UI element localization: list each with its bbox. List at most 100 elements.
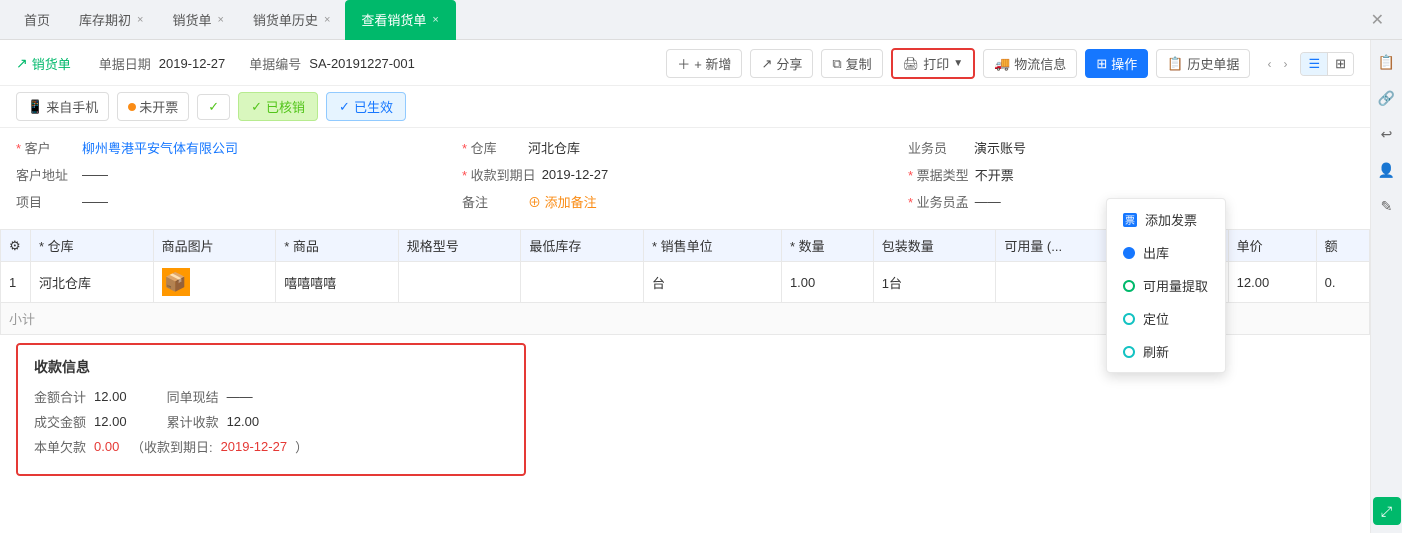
dropdown-available-qty[interactable]: 可用量提取: [1107, 269, 1225, 302]
col-spec: 规格型号: [398, 230, 521, 262]
check-circle-icon: ✓: [251, 99, 262, 115]
outbound-icon: [1123, 247, 1135, 259]
total-amount-label: 金额合计: [34, 387, 86, 406]
col-min-stock: 最低库存: [521, 230, 644, 262]
staff-field: 业务员 演示账号: [908, 138, 1354, 157]
dropdown-outbound[interactable]: 出库: [1107, 236, 1225, 269]
logistics-button[interactable]: 🚚 物流信息: [983, 49, 1077, 78]
address-field: 客户地址 ——: [16, 165, 462, 184]
col-product: * 商品: [276, 230, 399, 262]
from-phone-button[interactable]: 📱 来自手机: [16, 92, 109, 121]
tab-sales-history[interactable]: 销货单历史 ×: [239, 0, 345, 40]
invoice-icon: 票: [1123, 213, 1137, 227]
effective-status[interactable]: ✓ 已生效: [326, 92, 406, 121]
grid-icon: ⊞: [1096, 56, 1107, 72]
global-close-button[interactable]: ✕: [1363, 10, 1392, 30]
tab-view-sales-close[interactable]: ×: [432, 14, 438, 26]
rp-edit-icon[interactable]: ✎: [1373, 192, 1401, 220]
row-unit-price: 12.00: [1228, 262, 1316, 303]
phone-icon: 📱: [27, 99, 43, 115]
dropdown-add-invoice[interactable]: 票 添加发票: [1107, 203, 1225, 236]
new-button[interactable]: ＋ + 新增: [666, 49, 742, 78]
cumulative-item: 累计收款 12.00: [167, 412, 260, 431]
form-row-1: 客户 柳州粤港平安气体有限公司 仓库 河北仓库 业务员 演示账号: [16, 138, 1354, 157]
not-opened-button[interactable]: 未开票: [117, 92, 189, 121]
customer-field: 客户 柳州粤港平安气体有限公司: [16, 138, 462, 157]
confirm-button[interactable]: ✓: [197, 94, 230, 120]
salesperson-value: ——: [975, 194, 1001, 209]
refresh-icon: [1123, 346, 1135, 358]
payment-info-box: 收款信息 金额合计 12.00 同单现结 —— 成交金额 12.00 累计收款: [16, 343, 526, 476]
doc-type: ↗ 销货单: [16, 54, 71, 73]
copy-button[interactable]: ⧉ 复制: [821, 49, 882, 78]
rp-back-icon[interactable]: ↩: [1373, 120, 1401, 148]
grid-view-button[interactable]: ⊞: [1327, 53, 1353, 75]
transaction-label: 成交金额: [34, 412, 86, 431]
print-dropdown-icon: ▼: [953, 58, 963, 69]
payment-title: 收款信息: [34, 357, 508, 377]
rp-link-icon[interactable]: 🔗: [1373, 84, 1401, 112]
print-button[interactable]: 🖨 打印 ▼: [893, 50, 973, 77]
customer-value[interactable]: 柳州粤港平安气体有限公司: [82, 138, 238, 157]
cumulative-value: 12.00: [227, 414, 260, 429]
payment-row-3: 本单欠款 0.00 （收款到期日: 2019-12-27 ）: [34, 437, 508, 456]
col-image: 商品图片: [153, 230, 276, 262]
overdue-item: 本单欠款 0.00 （收款到期日: 2019-12-27 ）: [34, 437, 308, 456]
note-field: 备注 ⊕ 添加备注: [462, 192, 908, 211]
tab-sales-close[interactable]: ×: [217, 14, 223, 26]
tab-inventory-close[interactable]: ×: [137, 14, 143, 26]
address-label: 客户地址: [16, 165, 76, 184]
truck-icon: 🚚: [994, 56, 1010, 72]
customer-label: 客户: [16, 138, 76, 157]
tab-sales-history-close[interactable]: ×: [324, 14, 330, 26]
rp-clipboard-icon[interactable]: 📋: [1373, 48, 1401, 76]
tab-inventory[interactable]: 库存期初 ×: [65, 0, 158, 40]
due-note: （收款到期日:: [127, 437, 212, 456]
due-date-label: 收款到期日: [462, 165, 536, 184]
transaction-item: 成交金额 12.00: [34, 412, 127, 431]
same-order-item: 同单现结 ——: [167, 387, 253, 406]
overdue-label: 本单欠款: [34, 437, 86, 456]
prev-arrow[interactable]: ‹: [1262, 55, 1276, 73]
dropdown-refresh[interactable]: 刷新: [1107, 335, 1225, 368]
transaction-value: 12.00: [94, 414, 127, 429]
next-arrow[interactable]: ›: [1278, 55, 1292, 73]
ticket-type-field: 票据类型 不开票: [908, 165, 1354, 184]
sales-order-icon: ↗: [16, 55, 28, 72]
rp-expand-icon[interactable]: ⤢: [1373, 497, 1401, 525]
col-amount: 额: [1316, 230, 1369, 262]
rp-user-icon[interactable]: 👤: [1373, 156, 1401, 184]
tab-view-sales[interactable]: 查看销货单 ×: [345, 0, 455, 40]
ticket-type-label: 票据类型: [908, 165, 969, 184]
plus-note-icon: ⊕: [528, 195, 541, 210]
history-icon: 📋: [1167, 56, 1183, 72]
add-note-button[interactable]: ⊕ 添加备注: [528, 192, 597, 211]
tab-sales[interactable]: 销货单 ×: [158, 0, 238, 40]
operations-button[interactable]: ⊞ 操作: [1085, 49, 1148, 78]
dropdown-locate[interactable]: 定位: [1107, 302, 1225, 335]
product-image: 📦: [162, 268, 190, 296]
warehouse-field: 仓库 河北仓库: [462, 138, 908, 157]
total-amount-item: 金额合计 12.00: [34, 387, 127, 406]
salesperson-label: 业务员孟: [908, 192, 969, 211]
date-label: 单据日期: [99, 54, 151, 73]
row-warehouse: 河北仓库: [31, 262, 154, 303]
share-button[interactable]: ↗ 分享: [750, 49, 813, 78]
list-view-button[interactable]: ☰: [1301, 53, 1327, 75]
payment-row-2: 成交金额 12.00 累计收款 12.00: [34, 412, 508, 431]
row-quantity: 1.00: [781, 262, 873, 303]
col-pack-qty: 包装数量: [873, 230, 996, 262]
project-label: 项目: [16, 192, 76, 211]
payment-row-1: 金额合计 12.00 同单现结 ——: [34, 387, 508, 406]
col-settings[interactable]: ⚙: [1, 230, 31, 262]
total-amount-value: 12.00: [94, 389, 127, 404]
print-icon: 🖨: [903, 56, 920, 72]
row-min-stock: [521, 262, 644, 303]
cumulative-label: 累计收款: [167, 412, 219, 431]
tab-home[interactable]: 首页: [10, 0, 65, 40]
operations-dropdown: 票 添加发票 出库 可用量提取 定位 刷新: [1106, 198, 1226, 373]
col-warehouse: * 仓库: [31, 230, 154, 262]
ticket-type-value: 不开票: [975, 165, 1014, 184]
confirmed-status[interactable]: ✓ 已核销: [238, 92, 318, 121]
history-button[interactable]: 📋 历史单据: [1156, 49, 1250, 78]
